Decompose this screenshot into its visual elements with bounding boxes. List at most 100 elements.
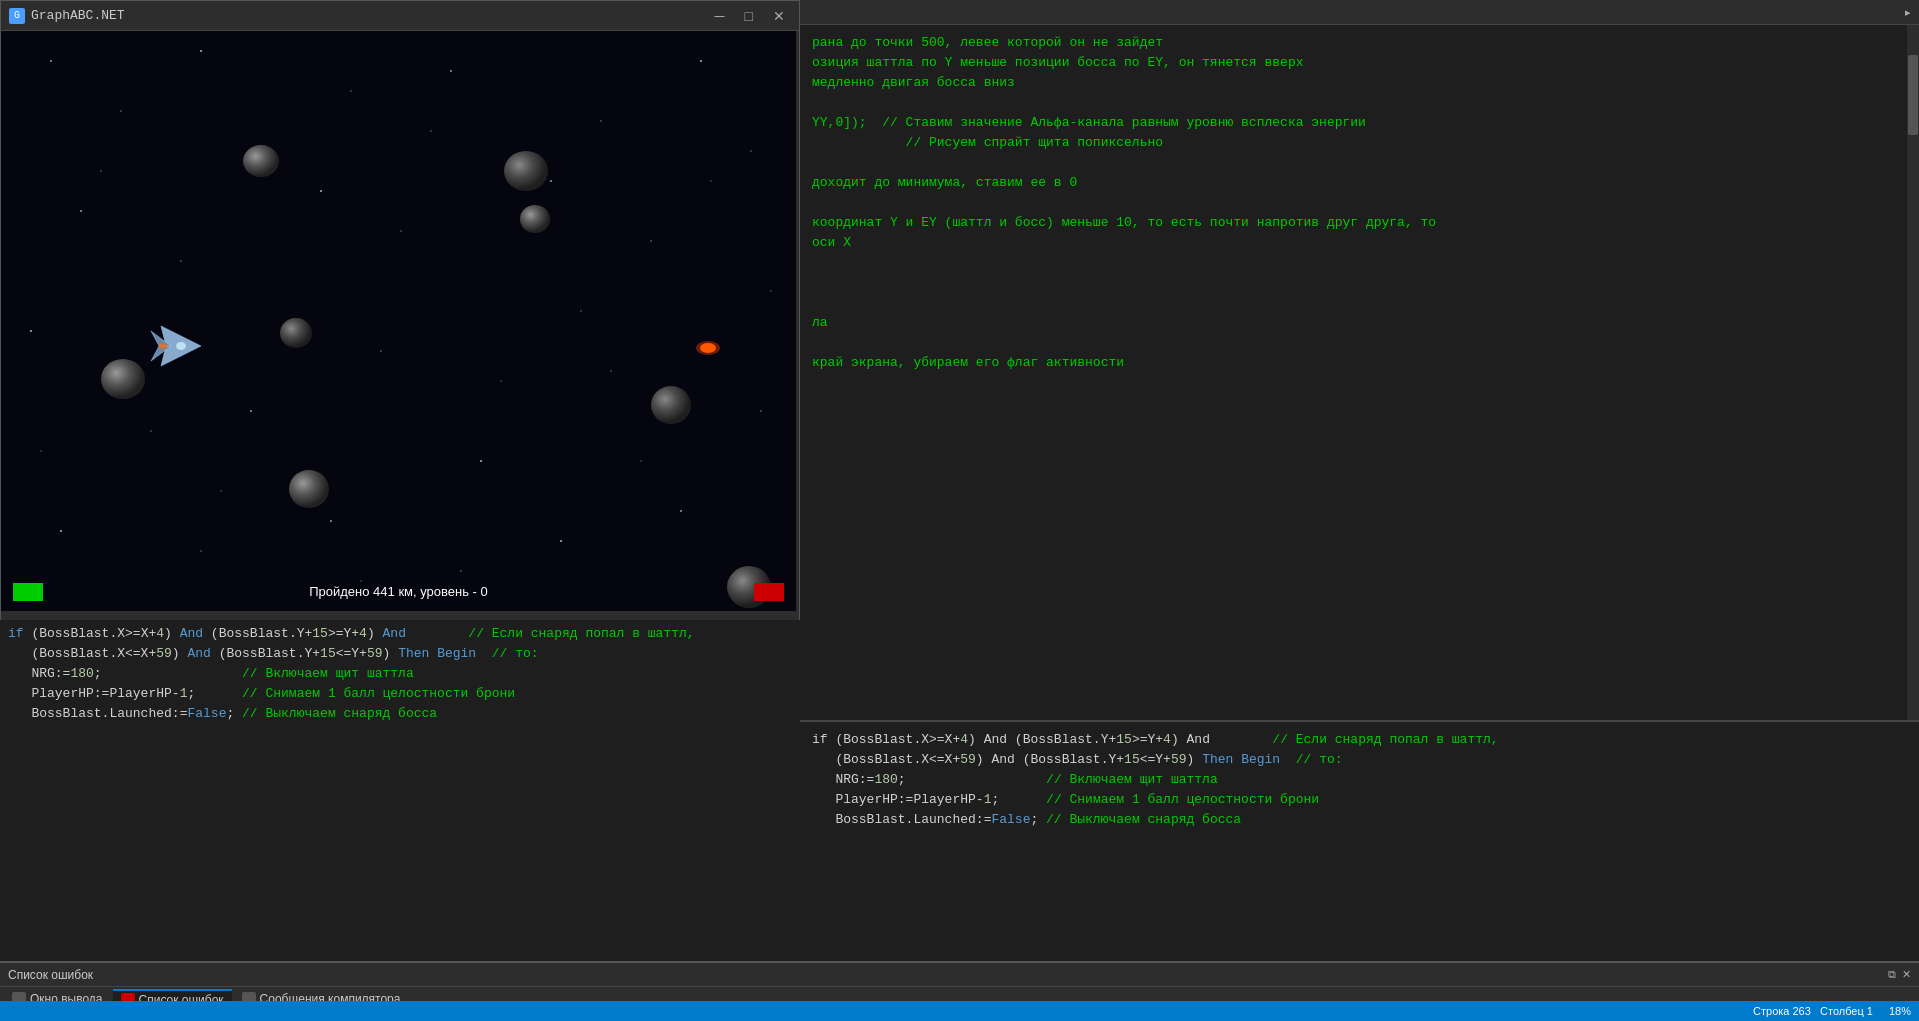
- svg-point-2: [200, 50, 202, 52]
- code-line-7: [812, 153, 1907, 173]
- health-bar-red: [754, 583, 784, 601]
- code-line-5: YY,0]); // Ставим значение Альфа-канала …: [812, 113, 1907, 133]
- svg-point-6: [700, 60, 702, 62]
- svg-point-35: [360, 580, 361, 581]
- window-title: GraphABC.NET: [31, 8, 125, 23]
- svg-point-13: [650, 240, 652, 242]
- error-title-controls: ⧉ ✕: [1888, 968, 1911, 981]
- close-button[interactable]: ✕: [767, 6, 791, 26]
- svg-point-20: [680, 510, 682, 512]
- bottom-code-panel: if (BossBlast.X>=X+4) And (BossBlast.Y+1…: [800, 720, 1919, 961]
- svg-point-28: [430, 130, 431, 131]
- code-line-12: [812, 253, 1907, 273]
- error-close-button[interactable]: ✕: [1902, 968, 1911, 981]
- svg-point-4: [450, 70, 452, 72]
- svg-point-22: [60, 530, 62, 532]
- svg-point-18: [480, 460, 482, 462]
- svg-point-41: [101, 359, 145, 399]
- code-line-1: рана до точки 500, левее которой он не з…: [812, 33, 1907, 53]
- error-panel-title: Список ошибок: [8, 968, 93, 982]
- svg-point-36: [640, 460, 641, 461]
- svg-point-24: [330, 520, 332, 522]
- maximize-button[interactable]: □: [739, 6, 759, 26]
- svg-point-43: [289, 470, 329, 508]
- code-line: (BossBlast.X<=X+59) And (BossBlast.Y+15<…: [8, 644, 792, 664]
- svg-point-14: [30, 330, 32, 332]
- game-canvas: Пройдено 441 км, уровень - 0: [1, 31, 796, 611]
- svg-point-23: [200, 550, 202, 552]
- bottom-code-line-4: PlayerHP:=PlayerHP-1; // Снимаем 1 балл …: [812, 790, 1907, 810]
- bottom-code-line-1: if (BossBlast.X>=X+4) And (BossBlast.Y+1…: [812, 730, 1907, 750]
- svg-point-19: [580, 310, 582, 312]
- svg-point-34: [220, 490, 221, 491]
- game-window: G GraphABC.NET ─ □ ✕: [0, 0, 800, 630]
- bottom-code-line-2: (BossBlast.X<=X+59) And (BossBlast.Y+15<…: [812, 750, 1907, 770]
- svg-point-51: [696, 341, 720, 355]
- title-controls: ─ □ ✕: [709, 6, 791, 26]
- code-line-13: [812, 273, 1907, 293]
- svg-point-10: [320, 190, 322, 192]
- code-line: if (BossBlast.X>=X+4) And (BossBlast.Y+1…: [8, 624, 792, 644]
- svg-point-25: [460, 570, 462, 572]
- svg-point-29: [610, 370, 611, 371]
- bottom-code-line-3: NRG:=180; // Включаем щит шаттла: [812, 770, 1907, 790]
- svg-point-49: [159, 343, 167, 349]
- editor-status-bar: Строка 263 Столбец 1 18%: [800, 1001, 1919, 1021]
- svg-point-37: [243, 145, 279, 177]
- stars-background: [1, 31, 796, 611]
- code-line-8: доходит до минимума, ставим ее в 0: [812, 173, 1907, 193]
- code-line-15: ла: [812, 313, 1907, 333]
- svg-point-5: [600, 120, 602, 122]
- left-code-panel: if (BossBlast.X>=X+4) And (BossBlast.Y+1…: [0, 620, 800, 720]
- scrollbar-thumb[interactable]: [1908, 55, 1918, 135]
- svg-point-40: [280, 318, 312, 348]
- svg-point-16: [250, 410, 252, 412]
- code-line-11: оси X: [812, 233, 1907, 253]
- col-value: 1: [1867, 1005, 1873, 1017]
- svg-point-32: [500, 380, 501, 381]
- code-line-6: // Рисуем спрайт щита попиксельно: [812, 133, 1907, 153]
- error-float-button[interactable]: ⧉: [1888, 968, 1896, 981]
- code-editor: ▸ рана до точки 500, левее которой он не…: [800, 0, 1919, 720]
- col-label: Столбец: [1820, 1005, 1864, 1017]
- code-line-16: [812, 333, 1907, 353]
- svg-point-12: [550, 180, 552, 182]
- health-bar-green: [13, 583, 43, 601]
- minimize-button[interactable]: ─: [709, 6, 731, 26]
- code-line-9: [812, 193, 1907, 213]
- zoom-status: 18%: [1889, 1005, 1911, 1017]
- code-line-14: [812, 293, 1907, 313]
- svg-point-11: [400, 230, 402, 232]
- title-left: G GraphABC.NET: [9, 8, 125, 24]
- game-status-bar: [0, 1001, 800, 1021]
- code-line: BossBlast.Launched:=False; // Выключаем …: [8, 704, 792, 720]
- hud-status-text: Пройдено 441 км, уровень - 0: [309, 584, 488, 599]
- error-title-bar: Список ошибок ⧉ ✕: [0, 963, 1919, 987]
- svg-point-48: [176, 342, 186, 350]
- svg-point-8: [80, 210, 82, 212]
- svg-point-0: [50, 60, 52, 62]
- svg-point-31: [40, 450, 41, 451]
- svg-point-27: [100, 170, 101, 171]
- code-line: NRG:=180; // Включаем щит шаттла: [8, 664, 792, 684]
- svg-point-9: [180, 260, 182, 262]
- svg-point-30: [710, 180, 711, 181]
- code-line-17: край экрана, убираем его флаг активности: [812, 353, 1907, 373]
- svg-point-38: [504, 151, 548, 191]
- svg-point-1: [120, 110, 122, 112]
- row-status: Строка 263 Столбец 1: [1753, 1005, 1873, 1017]
- toolbar-collapse-btn[interactable]: ▸: [1901, 4, 1915, 21]
- title-bar: G GraphABC.NET ─ □ ✕: [1, 1, 799, 31]
- svg-point-39: [520, 205, 550, 233]
- bottom-code-line-5: BossBlast.Launched:=False; // Выключаем …: [812, 810, 1907, 830]
- editor-scrollbar[interactable]: [1907, 25, 1919, 720]
- code-line: PlayerHP:=PlayerHP-1; // Снимаем 1 балл …: [8, 684, 792, 704]
- svg-point-3: [350, 90, 352, 92]
- app-icon: G: [9, 8, 25, 24]
- spaceship: [151, 326, 201, 366]
- code-line-4: [812, 93, 1907, 113]
- code-content: рана до точки 500, левее которой он не з…: [800, 25, 1919, 720]
- svg-point-7: [750, 150, 752, 152]
- editor-toolbar: ▸: [800, 0, 1919, 25]
- code-line-2: озиция шаттла по Y меньше позиции босса …: [812, 53, 1907, 73]
